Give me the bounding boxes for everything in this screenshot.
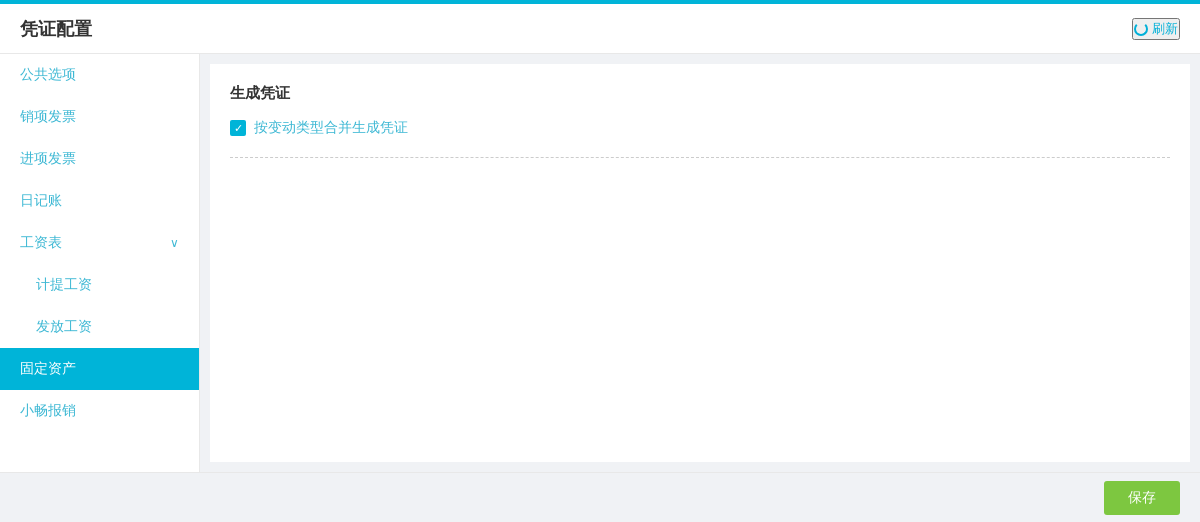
sidebar-item-pay-payroll[interactable]: 发放工资	[0, 306, 199, 348]
refresh-label: 刷新	[1152, 20, 1178, 38]
sidebar-item-label: 公共选项	[20, 66, 76, 84]
sidebar-item-payroll[interactable]: 工资表 ∨	[0, 222, 199, 264]
page-title: 凭证配置	[20, 17, 92, 41]
sidebar-item-label: 进项发票	[20, 150, 76, 168]
main-content: 生成凭证 按变动类型合并生成凭证	[210, 64, 1190, 462]
checkbox-label: 按变动类型合并生成凭证	[254, 119, 408, 137]
page-wrapper: 凭证配置 刷新 公共选项销项发票进项发票日记账工资表 ∨ 计提工资发放工资固定资产小…	[0, 0, 1200, 522]
checkbox-row: 按变动类型合并生成凭证	[230, 119, 1170, 137]
merge-checkbox[interactable]	[230, 120, 246, 136]
section-divider	[230, 157, 1170, 158]
sidebar-item-label: 发放工资	[36, 318, 92, 336]
footer: 保存	[0, 472, 1200, 522]
sidebar-item-expense[interactable]: 小畅报销	[0, 390, 199, 432]
sidebar-item-calc-payroll[interactable]: 计提工资	[0, 264, 199, 306]
refresh-icon	[1134, 22, 1148, 36]
header: 凭证配置 刷新	[0, 4, 1200, 54]
sidebar-item-label: 工资表	[20, 234, 62, 252]
save-button[interactable]: 保存	[1104, 481, 1180, 515]
sidebar: 公共选项销项发票进项发票日记账工资表 ∨ 计提工资发放工资固定资产小畅报销	[0, 54, 200, 472]
sidebar-item-sales-invoice[interactable]: 销项发票	[0, 96, 199, 138]
body: 公共选项销项发票进项发票日记账工资表 ∨ 计提工资发放工资固定资产小畅报销 生成凭证…	[0, 54, 1200, 472]
sidebar-item-purchase-invoice[interactable]: 进项发票	[0, 138, 199, 180]
sidebar-item-label: 小畅报销	[20, 402, 76, 420]
chevron-down-icon: ∨	[170, 236, 179, 250]
sidebar-item-label: 计提工资	[36, 276, 92, 294]
section-title: 生成凭证	[230, 84, 1170, 103]
sidebar-item-public-options[interactable]: 公共选项	[0, 54, 199, 96]
sidebar-item-journal[interactable]: 日记账	[0, 180, 199, 222]
sidebar-item-label: 销项发票	[20, 108, 76, 126]
refresh-button[interactable]: 刷新	[1132, 18, 1180, 40]
sidebar-item-fixed-assets[interactable]: 固定资产	[0, 348, 199, 390]
sidebar-item-label: 固定资产	[20, 360, 76, 378]
sidebar-item-label: 日记账	[20, 192, 62, 210]
